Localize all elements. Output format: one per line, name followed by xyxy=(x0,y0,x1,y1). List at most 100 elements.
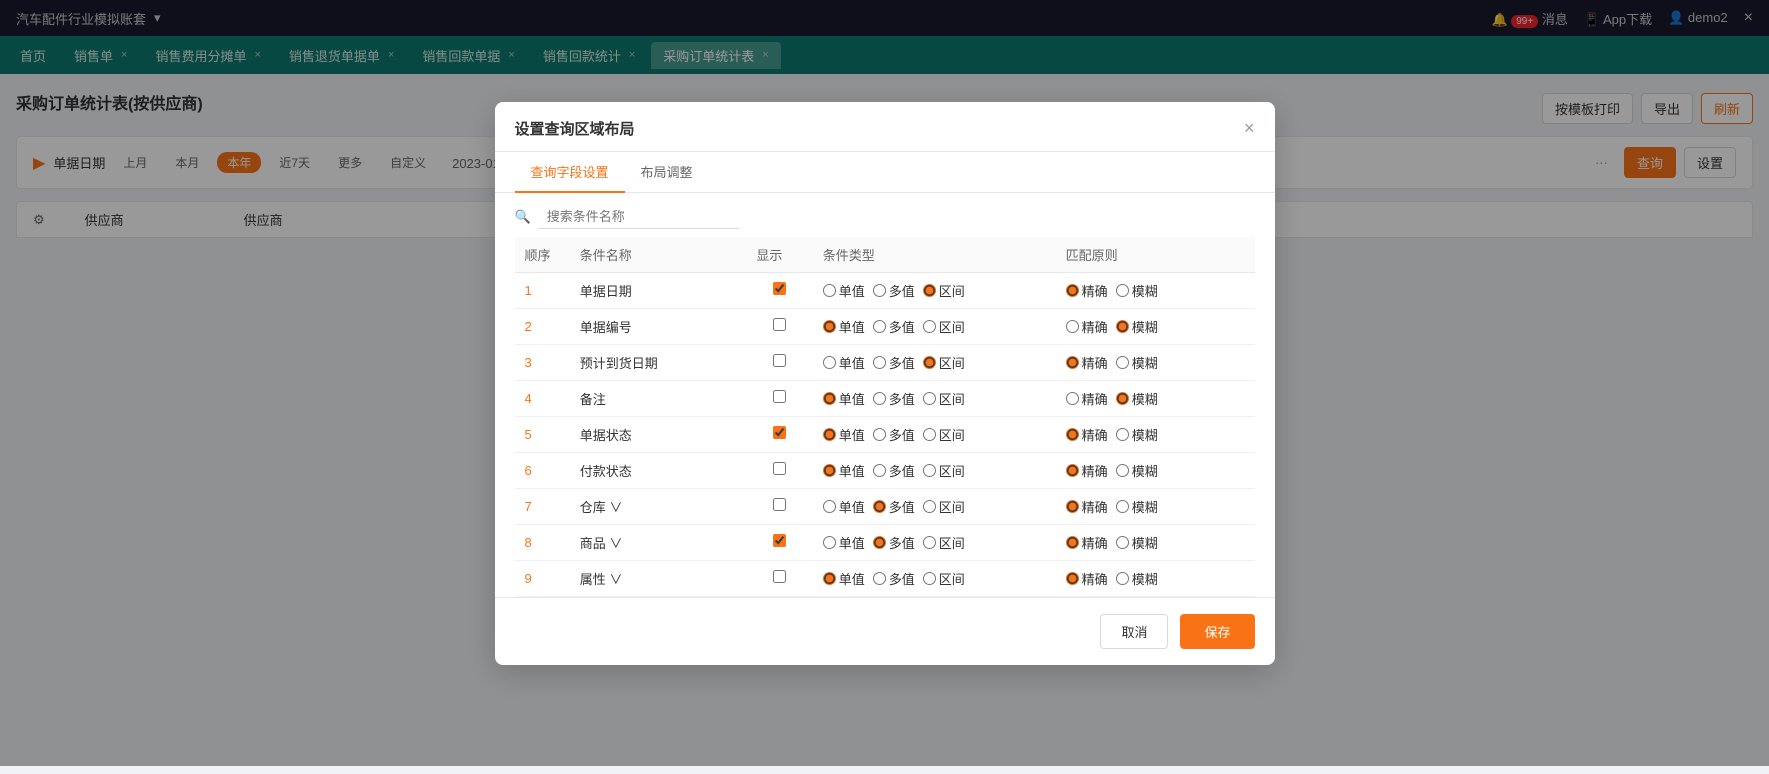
match-radio[interactable] xyxy=(1116,572,1129,585)
type-radio-label[interactable]: 单值 xyxy=(823,497,865,516)
cell-type[interactable]: 单值多值区间 xyxy=(813,308,1056,344)
cell-match[interactable]: 精确模糊 xyxy=(1056,488,1255,524)
match-radio[interactable] xyxy=(1066,572,1079,585)
type-radio[interactable] xyxy=(873,572,886,585)
cell-display[interactable] xyxy=(746,524,812,560)
type-radio-label[interactable]: 区间 xyxy=(923,425,965,444)
cell-type[interactable]: 单值多值区间 xyxy=(813,272,1056,308)
type-radio-label[interactable]: 单值 xyxy=(823,533,865,552)
type-radio-label[interactable]: 区间 xyxy=(923,353,965,372)
match-radio-label[interactable]: 精确 xyxy=(1066,317,1108,336)
type-radio[interactable] xyxy=(873,428,886,441)
match-radio[interactable] xyxy=(1066,392,1079,405)
match-radio-label[interactable]: 模糊 xyxy=(1116,389,1158,408)
cell-match[interactable]: 精确模糊 xyxy=(1056,308,1255,344)
type-radio-label[interactable]: 区间 xyxy=(923,461,965,480)
match-radio-label[interactable]: 精确 xyxy=(1066,389,1108,408)
type-radio[interactable] xyxy=(873,500,886,513)
display-checkbox[interactable] xyxy=(773,534,786,547)
type-radio[interactable] xyxy=(923,464,936,477)
match-radio[interactable] xyxy=(1066,464,1079,477)
match-radio-label[interactable]: 精确 xyxy=(1066,533,1108,552)
match-radio[interactable] xyxy=(1116,356,1129,369)
type-radio-label[interactable]: 多值 xyxy=(873,533,915,552)
cell-display[interactable] xyxy=(746,452,812,488)
display-checkbox[interactable] xyxy=(773,390,786,403)
match-radio[interactable] xyxy=(1116,428,1129,441)
match-radio[interactable] xyxy=(1116,392,1129,405)
cell-type[interactable]: 单值多值区间 xyxy=(813,560,1056,596)
cell-type[interactable]: 单值多值区间 xyxy=(813,344,1056,380)
display-checkbox[interactable] xyxy=(773,318,786,331)
type-radio[interactable] xyxy=(873,392,886,405)
match-radio[interactable] xyxy=(1066,320,1079,333)
cell-type[interactable]: 单值多值区间 xyxy=(813,380,1056,416)
type-radio-label[interactable]: 单值 xyxy=(823,353,865,372)
match-radio-label[interactable]: 精确 xyxy=(1066,461,1108,480)
type-radio[interactable] xyxy=(923,392,936,405)
dialog-tab-layout[interactable]: 布局调整 xyxy=(625,152,709,193)
type-radio[interactable] xyxy=(923,320,936,333)
type-radio-label[interactable]: 区间 xyxy=(923,497,965,516)
type-radio[interactable] xyxy=(823,284,836,297)
cell-display[interactable] xyxy=(746,344,812,380)
cell-display[interactable] xyxy=(746,272,812,308)
match-radio[interactable] xyxy=(1116,500,1129,513)
match-radio[interactable] xyxy=(1066,536,1079,549)
display-checkbox[interactable] xyxy=(773,570,786,583)
cell-type[interactable]: 单值多值区间 xyxy=(813,416,1056,452)
cell-display[interactable] xyxy=(746,380,812,416)
cell-type[interactable]: 单值多值区间 xyxy=(813,488,1056,524)
display-checkbox[interactable] xyxy=(773,282,786,295)
match-radio[interactable] xyxy=(1116,464,1129,477)
match-radio-label[interactable]: 精确 xyxy=(1066,569,1108,588)
type-radio[interactable] xyxy=(923,428,936,441)
type-radio[interactable] xyxy=(873,356,886,369)
match-radio[interactable] xyxy=(1066,500,1079,513)
cell-display[interactable] xyxy=(746,488,812,524)
match-radio[interactable] xyxy=(1116,284,1129,297)
type-radio-label[interactable]: 多值 xyxy=(873,497,915,516)
match-radio-label[interactable]: 模糊 xyxy=(1116,281,1158,300)
type-radio-label[interactable]: 多值 xyxy=(873,389,915,408)
type-radio-label[interactable]: 单值 xyxy=(823,425,865,444)
match-radio[interactable] xyxy=(1116,320,1129,333)
match-radio[interactable] xyxy=(1066,356,1079,369)
cell-type[interactable]: 单值多值区间 xyxy=(813,524,1056,560)
type-radio[interactable] xyxy=(823,428,836,441)
type-radio[interactable] xyxy=(823,464,836,477)
type-radio[interactable] xyxy=(873,320,886,333)
type-radio-label[interactable]: 区间 xyxy=(923,569,965,588)
dialog-tab-fields[interactable]: 查询字段设置 xyxy=(515,152,625,193)
type-radio[interactable] xyxy=(923,536,936,549)
type-radio-label[interactable]: 单值 xyxy=(823,317,865,336)
type-radio-label[interactable]: 区间 xyxy=(923,533,965,552)
cell-display[interactable] xyxy=(746,416,812,452)
cell-match[interactable]: 精确模糊 xyxy=(1056,272,1255,308)
match-radio[interactable] xyxy=(1066,428,1079,441)
type-radio-label[interactable]: 多值 xyxy=(873,569,915,588)
match-radio-label[interactable]: 精确 xyxy=(1066,497,1108,516)
type-radio[interactable] xyxy=(823,392,836,405)
type-radio-label[interactable]: 多值 xyxy=(873,353,915,372)
display-checkbox[interactable] xyxy=(773,426,786,439)
type-radio[interactable] xyxy=(823,320,836,333)
save-btn[interactable]: 保存 xyxy=(1180,614,1254,649)
cell-match[interactable]: 精确模糊 xyxy=(1056,416,1255,452)
type-radio[interactable] xyxy=(923,572,936,585)
type-radio-label[interactable]: 区间 xyxy=(923,281,965,300)
dialog-close-btn[interactable]: × xyxy=(1244,118,1255,139)
cell-match[interactable]: 精确模糊 xyxy=(1056,560,1255,596)
cancel-btn[interactable]: 取消 xyxy=(1100,614,1168,649)
type-radio[interactable] xyxy=(873,536,886,549)
type-radio-label[interactable]: 多值 xyxy=(873,461,915,480)
cell-display[interactable] xyxy=(746,308,812,344)
match-radio-label[interactable]: 精确 xyxy=(1066,281,1108,300)
match-radio[interactable] xyxy=(1066,284,1079,297)
type-radio-label[interactable]: 单值 xyxy=(823,569,865,588)
type-radio-label[interactable]: 多值 xyxy=(873,317,915,336)
type-radio[interactable] xyxy=(923,356,936,369)
search-input[interactable] xyxy=(539,205,739,229)
type-radio[interactable] xyxy=(923,500,936,513)
type-radio-label[interactable]: 区间 xyxy=(923,389,965,408)
